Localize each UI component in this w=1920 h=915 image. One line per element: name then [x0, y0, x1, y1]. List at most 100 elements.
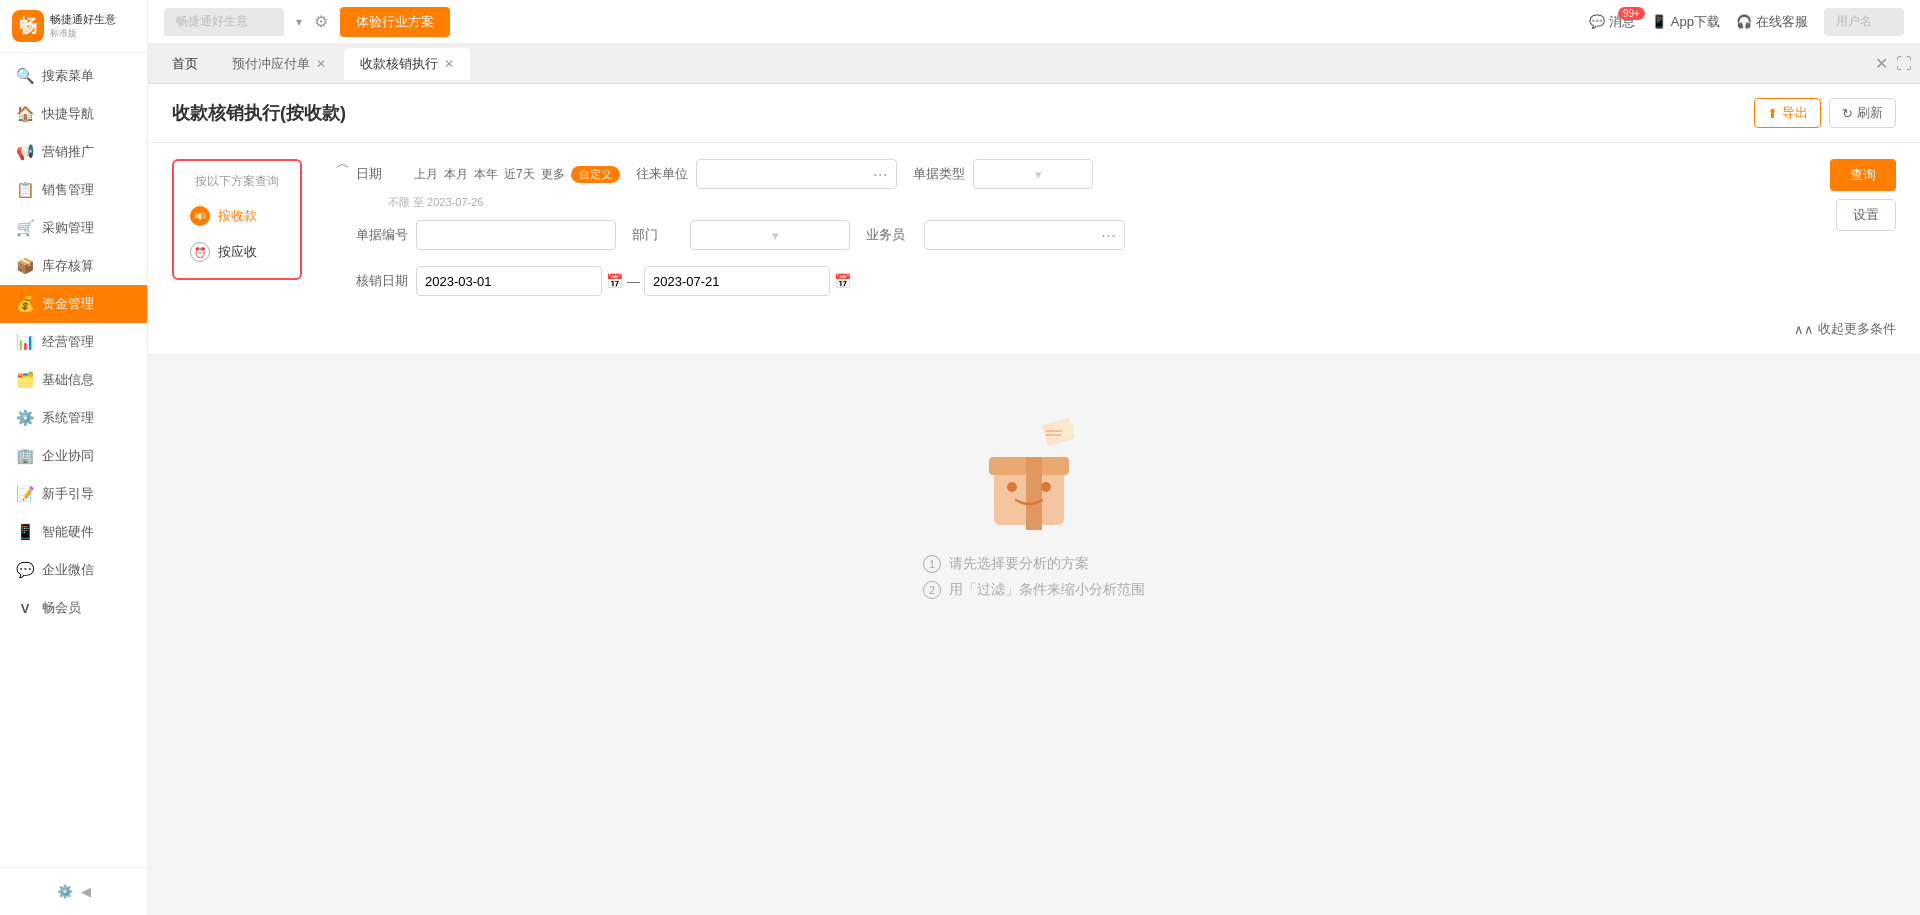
tab-prepay-close[interactable]: ✕	[316, 57, 326, 71]
sidebar-item-search[interactable]: 🔍 搜索菜单	[0, 57, 147, 95]
sidebar-collapse-btn[interactable]: ◀	[81, 884, 91, 899]
filter-date-field: 日期 上月 本月 本年 近7天 更多 自定义	[356, 165, 620, 183]
verify-start-calendar-icon[interactable]: 📅	[606, 273, 623, 289]
staff-input[interactable]	[933, 228, 1101, 243]
page-header: 收款核销执行(按收款) ⬆ 导出 ↻ 刷新	[148, 84, 1920, 143]
sidebar: 畅 畅捷通好生意 标准版 🔍 搜索菜单 🏠 快捷导航 📢 营销推广 📋 销售管理…	[0, 0, 148, 915]
sidebar-item-finance[interactable]: 💰 资金管理	[0, 285, 147, 323]
filter-by-receipt[interactable]: 💴 按收款	[174, 198, 300, 234]
sidebar-item-sales[interactable]: 📋 销售管理	[0, 171, 147, 209]
collapse-icon: ∧∧	[1794, 322, 1814, 337]
settings-icon: ⚙️	[57, 884, 73, 899]
collapse-more-btn[interactable]: ∧∧ 收起更多条件	[356, 320, 1896, 338]
solution-button[interactable]: 体验行业方案	[340, 7, 450, 37]
date-custom-tag[interactable]: 自定义	[571, 166, 620, 183]
message-btn[interactable]: 💬 消息 99+	[1589, 13, 1635, 31]
filter-row-2: 单据编号 部门 ▾	[356, 220, 1125, 250]
filter-counterpart-field: 往来单位 ···	[636, 159, 897, 189]
filter-staff-field: 业务员 ···	[866, 220, 1125, 250]
filter-doctype-field: 单据类型 ▾	[913, 159, 1093, 189]
app-download-btn[interactable]: 📱 App下载	[1651, 13, 1720, 31]
date-this-year[interactable]: 本年	[474, 166, 498, 183]
sidebar-item-wechat[interactable]: 💬 企业微信	[0, 551, 147, 589]
tab-verify-close[interactable]: ✕	[444, 57, 454, 71]
filter-dept-field: 部门 ▾	[632, 220, 850, 250]
refresh-button[interactable]: ↻ 刷新	[1829, 98, 1896, 128]
export-button[interactable]: ⬆ 导出	[1754, 98, 1821, 128]
staff-input-wrap: ···	[924, 220, 1125, 250]
service-btn[interactable]: 🎧 在线客服	[1736, 13, 1808, 31]
sidebar-item-basic[interactable]: 🗂️ 基础信息	[0, 361, 147, 399]
sidebar-item-quick[interactable]: 🏠 快捷导航	[0, 95, 147, 133]
member-icon: V	[16, 601, 34, 616]
main-area: 畅捷通好生意 ▾ ⚙ 体验行业方案 💬 消息 99+ 📱 App下载 🎧 在线客…	[148, 0, 1920, 915]
hint-item-1: 1 请先选择要分析的方案	[923, 555, 1145, 573]
export-icon: ⬆	[1767, 106, 1778, 121]
sidebar-item-enterprise[interactable]: 🏢 企业协同	[0, 437, 147, 475]
refresh-icon: ↻	[1842, 106, 1853, 121]
verify-end-calendar-icon[interactable]: 📅	[834, 273, 851, 289]
tab-verify[interactable]: 收款核销执行 ✕	[344, 48, 470, 80]
message-icon: 💬	[1589, 14, 1605, 29]
enterprise-icon: 🏢	[16, 447, 34, 465]
verify-date-start[interactable]	[416, 266, 602, 296]
tab-home[interactable]: 首页	[156, 48, 214, 80]
hardware-icon: 📱	[16, 523, 34, 541]
sidebar-item-guide[interactable]: 📝 新手引导	[0, 475, 147, 513]
filter-by-receivable[interactable]: ⏰ 按应收	[174, 234, 300, 270]
topbar: 畅捷通好生意 ▾ ⚙ 体验行业方案 💬 消息 99+ 📱 App下载 🎧 在线客…	[148, 0, 1920, 44]
system-icon: ⚙️	[16, 409, 34, 427]
empty-illustration	[974, 415, 1094, 535]
sidebar-item-operation[interactable]: 📊 经营管理	[0, 323, 147, 361]
sidebar-item-purchase[interactable]: 🛒 采购管理	[0, 209, 147, 247]
svg-rect-2	[1026, 457, 1042, 530]
receipt-icon: 💴	[190, 206, 210, 226]
settings-button[interactable]: 设置	[1836, 199, 1896, 231]
sidebar-item-member[interactable]: V 畅会员	[0, 589, 147, 627]
tab-window-actions: ✕ ⛶	[1875, 54, 1912, 73]
tab-prepay[interactable]: 预付冲应付单 ✕	[216, 48, 342, 80]
verify-date-inputs: 📅 — 📅	[416, 266, 851, 296]
page-actions: ⬆ 导出 ↻ 刷新	[1754, 98, 1896, 142]
doctype-select[interactable]: ▾	[973, 159, 1093, 189]
sidebar-settings-btn[interactable]: ⚙️ ◀	[0, 876, 147, 907]
sidebar-item-hardware[interactable]: 📱 智能硬件	[0, 513, 147, 551]
page-title: 收款核销执行(按收款)	[172, 101, 346, 139]
user-avatar[interactable]: 用户名	[1824, 8, 1904, 36]
verify-date-end[interactable]	[644, 266, 830, 296]
date-last-month[interactable]: 上月	[414, 166, 438, 183]
sidebar-item-system[interactable]: ⚙️ 系统管理	[0, 399, 147, 437]
counterpart-input-wrap: ···	[696, 159, 897, 189]
close-window-btn[interactable]: ✕	[1875, 54, 1888, 73]
filter-main: 日期 上月 本月 本年 近7天 更多 自定义	[356, 159, 1896, 338]
counterpart-input[interactable]	[705, 167, 873, 182]
search-icon: 🔍	[16, 67, 34, 85]
basic-icon: 🗂️	[16, 371, 34, 389]
sidebar-bottom: ⚙️ ◀	[0, 867, 147, 915]
topbar-gear-icon[interactable]: ⚙	[314, 12, 328, 31]
topbar-brand: 畅捷通好生意	[164, 8, 284, 36]
home-icon: 🏠	[16, 105, 34, 123]
dept-select[interactable]: ▾	[690, 220, 850, 250]
chevron-down-icon: ▾	[1035, 167, 1084, 182]
filter-scheme-panel: 按以下方案查询 💴 按收款 ⏰ 按应收	[172, 159, 302, 280]
date-7days[interactable]: 近7天	[504, 166, 535, 183]
sales-icon: 📋	[16, 181, 34, 199]
empty-state: 1 请先选择要分析的方案 2 用「过滤」条件来缩小分析范围	[148, 355, 1920, 667]
marketing-icon: 📢	[16, 143, 34, 161]
docnum-input[interactable]	[425, 228, 607, 243]
logo-icon: 畅	[12, 10, 44, 42]
query-button[interactable]: 查询	[1830, 159, 1896, 191]
expand-window-btn[interactable]: ⛶	[1896, 54, 1912, 73]
sidebar-logo: 畅 畅捷通好生意 标准版	[0, 0, 147, 53]
operation-icon: 📊	[16, 333, 34, 351]
date-more[interactable]: 更多	[541, 166, 565, 183]
finance-icon: 💰	[16, 295, 34, 313]
staff-dots-btn[interactable]: ···	[1101, 225, 1116, 246]
sidebar-item-inventory[interactable]: 📦 库存核算	[0, 247, 147, 285]
topbar-chevron-icon[interactable]: ▾	[296, 15, 302, 29]
date-this-month[interactable]: 本月	[444, 166, 468, 183]
empty-svg	[974, 415, 1094, 535]
counterpart-dots-btn[interactable]: ···	[873, 164, 888, 185]
sidebar-item-marketing[interactable]: 📢 营销推广	[0, 133, 147, 171]
